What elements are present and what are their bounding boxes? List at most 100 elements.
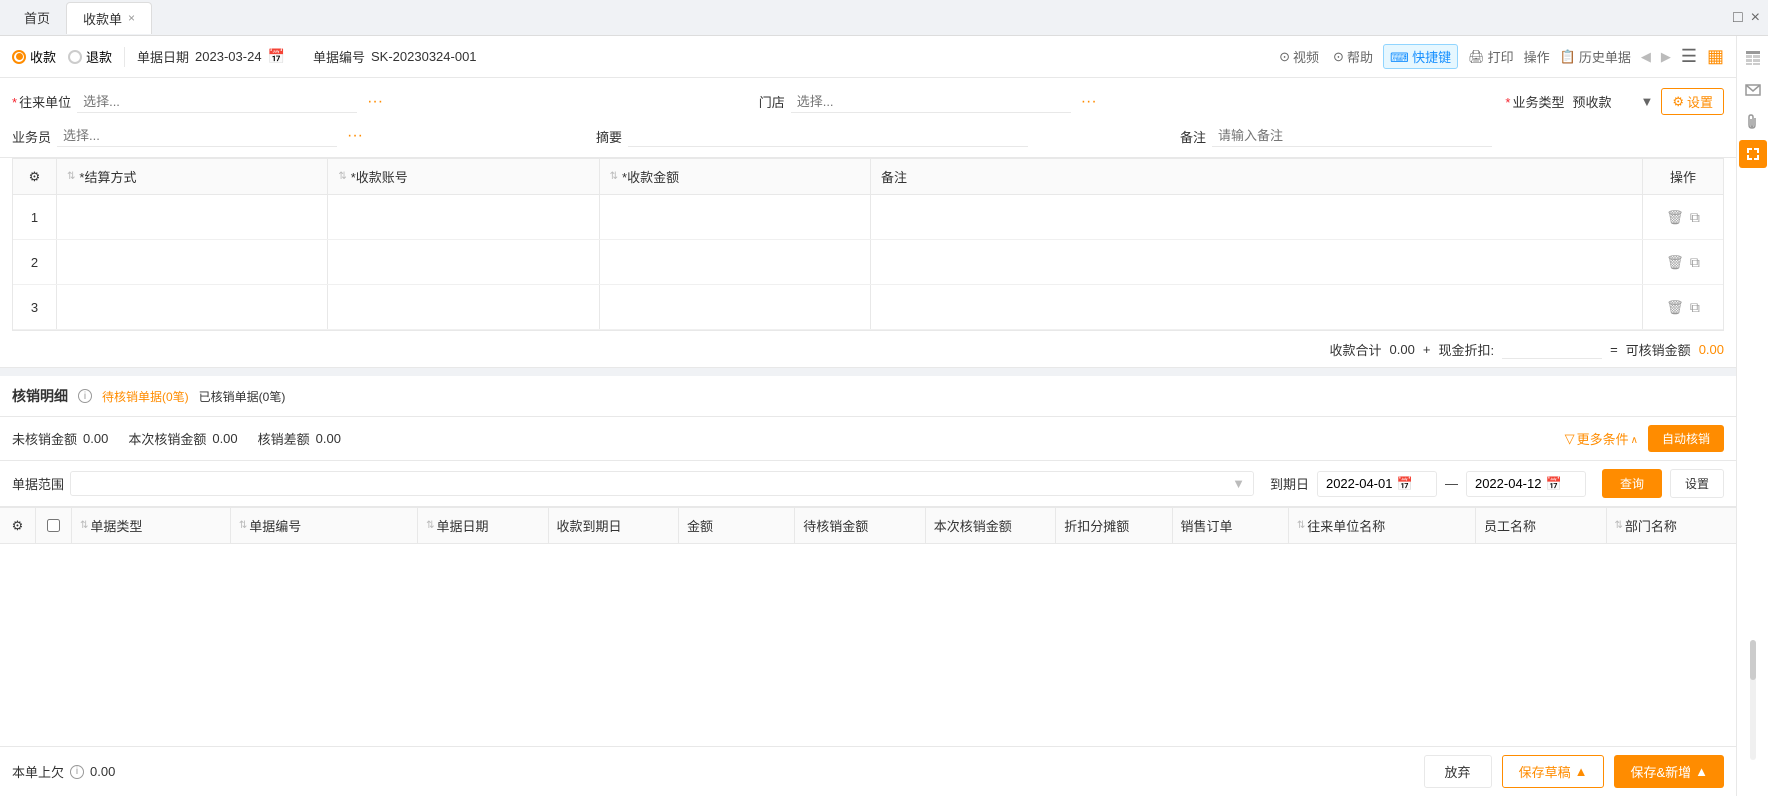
bth-partner: ⇅ 往来单位名称 [1289,508,1476,543]
tab-home[interactable]: 首页 [8,2,66,33]
copy-icon-2[interactable]: ⧉ [1690,254,1700,271]
radio-refund[interactable]: 退款 [68,47,112,66]
select-all-checkbox[interactable] [47,519,60,532]
range-select[interactable]: ▼ [70,471,1254,496]
delete-icon-3[interactable]: 🗑 [1666,299,1684,316]
sort-icon-bt5[interactable]: ⇅ [1615,520,1623,531]
date-from-input[interactable]: 2022-04-01 📅 [1317,471,1437,497]
more-conditions-btn[interactable]: 更多条件 [1565,429,1638,448]
shop-input[interactable] [791,91,1071,113]
bottom-info: 本单上欠 i 0.00 [12,762,115,781]
tab-current-label: 收款单 [83,9,122,28]
layout-icon[interactable]: ☰ [1681,46,1697,67]
radio-refund-label: 退款 [86,47,112,66]
th-setting[interactable]: ⚙ [13,159,57,194]
info-icon[interactable]: i [78,389,92,403]
shortcut-btn[interactable]: ⌨ 快捷键 [1383,44,1458,69]
td-pay-1[interactable] [57,195,328,239]
abandon-button[interactable]: 放弃 [1424,755,1492,788]
date-to-input[interactable]: 2022-04-12 📅 [1466,471,1586,497]
print-btn[interactable]: 🖨 打印 [1468,47,1514,66]
td-account-3[interactable] [328,285,599,329]
td-account-1[interactable] [328,195,599,239]
bth-setting[interactable]: ⚙ [0,508,36,543]
td-pay-3[interactable] [57,285,328,329]
biz-type-arrow[interactable]: ▼ [1640,94,1653,109]
sort-icon-bt4[interactable]: ⇅ [1297,520,1305,531]
salesperson-input[interactable] [57,125,337,147]
delete-icon-1[interactable]: 🗑 [1666,209,1684,226]
radio-refund-dot [68,50,82,64]
td-remark-2[interactable] [871,240,1643,284]
range-label: 单据范围 [12,474,64,493]
payment-table: ⚙ ⇅ *结算方式 ⇅ *收款账号 ⇅ *收款金额 备注 操 [12,158,1724,331]
sort-icon[interactable]: ⇅ [67,171,75,182]
history-btn[interactable]: 📋 历史单据 [1560,47,1631,66]
operation-btn[interactable]: 操作 [1524,47,1550,66]
nav-right-icon[interactable]: ▶ [1661,49,1671,65]
td-remark-3[interactable] [871,285,1643,329]
query-btn[interactable]: 查询 [1602,469,1662,498]
bth-pending: 待核销金额 [795,508,925,543]
discount-input[interactable] [1502,339,1602,359]
sidebar-clip-icon[interactable] [1739,108,1767,136]
window-close-icon[interactable]: × [1751,9,1760,27]
sort-icon-2[interactable]: ⇅ [338,171,346,182]
grid-icon[interactable]: ▦ [1707,46,1724,67]
save-draft-button[interactable]: 保存草稿 ▲ [1502,755,1605,788]
date-from-value: 2022-04-01 [1326,476,1393,491]
settings-label: 设置 [1687,92,1713,111]
bth-order: 销售订单 [1173,508,1289,543]
td-remark-1[interactable] [871,195,1643,239]
partner-field: *往来单位 ··· [12,91,719,113]
sort-icon-bt1[interactable]: ⇅ [80,520,88,531]
sort-icon-bt3[interactable]: ⇅ [426,520,434,531]
scrollbar-track[interactable] [1750,640,1756,760]
bth-duedate: 收款到期日 [549,508,679,543]
video-btn[interactable]: ⊙ 视频 [1279,47,1319,66]
td-amount-3[interactable] [600,285,871,329]
tab-current[interactable]: 收款单 × [66,2,152,34]
window-expand-icon[interactable]: □ [1733,9,1743,27]
partner-more-icon[interactable]: ··· [367,93,383,111]
scrollbar-thumb[interactable] [1750,640,1756,680]
salesperson-more-icon[interactable]: ··· [347,127,363,145]
unchecked-amount: 未核销金额 0.00 [12,429,108,448]
settings-button[interactable]: ⚙ 设置 [1661,88,1724,115]
sidebar-mail-icon[interactable] [1739,76,1767,104]
date-value[interactable]: 2023-03-24 [195,49,262,64]
note-input[interactable] [1212,125,1492,147]
sidebar-table-icon[interactable] [1739,44,1767,72]
radio-receive[interactable]: 收款 [12,47,56,66]
help-btn[interactable]: ⊙ 帮助 [1333,47,1373,66]
copy-icon-3[interactable]: ⧉ [1690,299,1700,316]
save-draft-arrow: ▲ [1575,764,1588,779]
nav-left-icon[interactable]: ◀ [1641,49,1651,65]
discount-label: 现金折扣: [1438,340,1494,359]
query-settings-btn[interactable]: 设置 [1670,469,1724,498]
summary-input[interactable] [628,125,1028,147]
filter-right: 更多条件 自动核销 [1565,425,1724,452]
td-amount-1[interactable] [600,195,871,239]
partner-input[interactable] [77,91,357,113]
pending-tab[interactable]: 待核销单据(0笔) [102,388,189,405]
tab-close-icon[interactable]: × [128,11,135,25]
bottom-info-icon[interactable]: i [70,765,84,779]
shop-more-icon[interactable]: ··· [1081,93,1097,111]
auto-write-btn[interactable]: 自动核销 [1648,425,1724,452]
sort-icon-3[interactable]: ⇅ [610,171,618,182]
copy-icon-1[interactable]: ⧉ [1690,209,1700,226]
gear-icon: ⚙ [29,169,41,185]
partner-label: *往来单位 [12,92,71,111]
save-new-button[interactable]: 保存&新增 ▲ [1614,755,1724,788]
td-amount-2[interactable] [600,240,871,284]
current-label: 本次核销金额 [128,429,206,448]
bth-checkbox[interactable] [36,508,72,543]
sidebar-screenshot-icon[interactable] [1739,140,1767,168]
sort-icon-bt2[interactable]: ⇅ [239,520,247,531]
td-pay-2[interactable] [57,240,328,284]
td-account-2[interactable] [328,240,599,284]
done-tab[interactable]: 已核销单据(0笔) [199,388,286,405]
calendar-icon[interactable]: 📅 [268,48,285,65]
delete-icon-2[interactable]: 🗑 [1666,254,1684,271]
